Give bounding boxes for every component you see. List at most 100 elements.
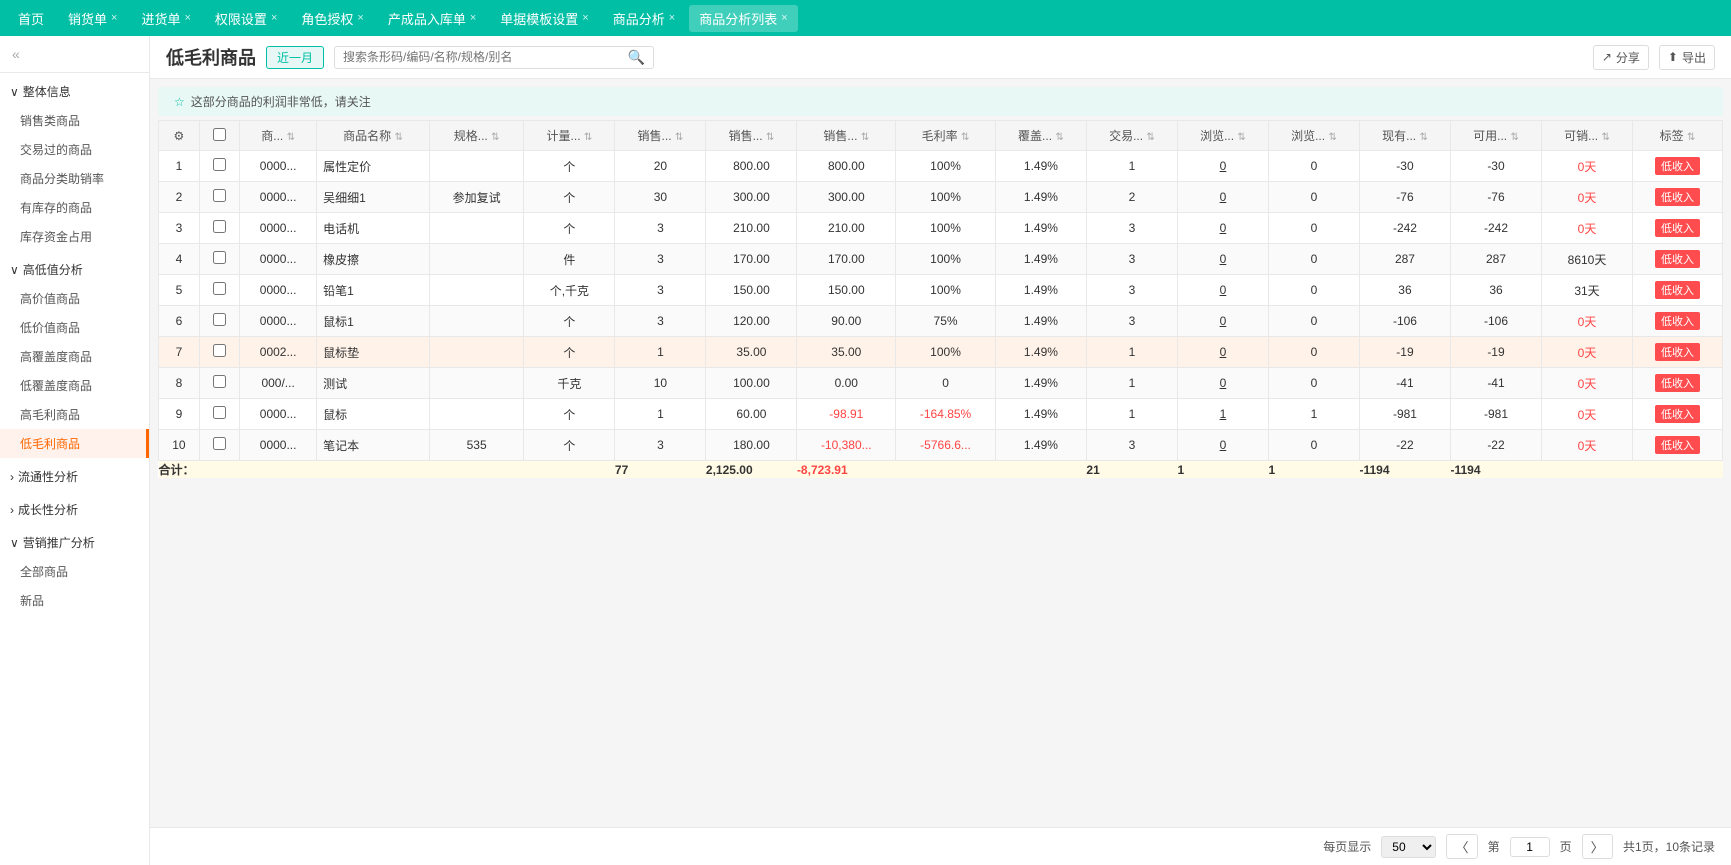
row-checkbox[interactable] bbox=[199, 213, 239, 244]
export-button[interactable]: ⬆ 导出 bbox=[1659, 45, 1715, 70]
nav-item-analysis[interactable]: 商品分析 × bbox=[603, 5, 685, 32]
page-input[interactable] bbox=[1510, 837, 1550, 857]
row-checkbox[interactable] bbox=[199, 337, 239, 368]
nav-label-roles: 角色授权 bbox=[301, 9, 353, 28]
nav-item-templates[interactable]: 单据模板设置 × bbox=[490, 5, 598, 32]
sidebar-item-low-margin[interactable]: 低毛利商品 bbox=[0, 429, 149, 458]
nav-close-products[interactable]: × bbox=[470, 12, 476, 24]
sidebar-section-title-growth[interactable]: › 成长性分析 bbox=[0, 495, 149, 524]
col-checkbox[interactable] bbox=[199, 121, 239, 151]
col-available[interactable]: 可用... ⇅ bbox=[1450, 121, 1541, 151]
sidebar-section-title-marketing[interactable]: ∨ 营销推广分析 bbox=[0, 528, 149, 557]
row-no: 1 bbox=[159, 151, 200, 182]
search-input[interactable] bbox=[343, 50, 628, 64]
nav-close-analysis[interactable]: × bbox=[669, 12, 675, 24]
row-checkbox[interactable] bbox=[199, 275, 239, 306]
next-page-btn[interactable]: 〉 bbox=[1582, 834, 1613, 859]
nav-item-products[interactable]: 产成品入库单 × bbox=[378, 5, 486, 32]
tag-badge: 低收入 bbox=[1655, 374, 1700, 392]
page-size-select[interactable]: 50 100 200 bbox=[1381, 836, 1436, 858]
row-spec: 535 bbox=[429, 430, 524, 461]
share-button[interactable]: ↗ 分享 bbox=[1593, 45, 1649, 70]
row-select-checkbox[interactable] bbox=[213, 313, 226, 326]
nav-item-sales[interactable]: 销货单 × bbox=[58, 5, 127, 32]
nav-close-roles[interactable]: × bbox=[357, 12, 363, 24]
row-checkbox[interactable] bbox=[199, 244, 239, 275]
row-code: 0000... bbox=[240, 182, 317, 213]
sidebar-section-title-circulation[interactable]: › 流通性分析 bbox=[0, 462, 149, 491]
col-current[interactable]: 现有... ⇅ bbox=[1359, 121, 1450, 151]
sidebar-item-category-rate[interactable]: 商品分类助销率 bbox=[0, 164, 149, 193]
row-select-checkbox[interactable] bbox=[213, 375, 226, 388]
row-trade-count: 1 bbox=[1086, 399, 1177, 430]
col-view2[interactable]: 浏览... ⇅ bbox=[1268, 121, 1359, 151]
nav-item-home[interactable]: 首页 bbox=[8, 5, 54, 32]
col-sale-price[interactable]: 销售... ⇅ bbox=[706, 121, 797, 151]
row-select-checkbox[interactable] bbox=[213, 189, 226, 202]
col-saleable[interactable]: 可销... ⇅ bbox=[1542, 121, 1633, 151]
row-select-checkbox[interactable] bbox=[213, 220, 226, 233]
sidebar-section-title-value[interactable]: ∨ 高低值分析 bbox=[0, 255, 149, 284]
sidebar-item-low-value[interactable]: 低价值商品 bbox=[0, 313, 149, 342]
nav-item-analysis-list[interactable]: 商品分析列表 × bbox=[689, 5, 797, 32]
sidebar-item-capital[interactable]: 库存资金占用 bbox=[0, 222, 149, 251]
prev-page-btn[interactable]: 〈 bbox=[1446, 834, 1477, 859]
row-unit: 千克 bbox=[524, 368, 615, 399]
sidebar-collapse-btn[interactable]: « bbox=[8, 42, 24, 66]
row-checkbox[interactable] bbox=[199, 368, 239, 399]
row-select-checkbox[interactable] bbox=[213, 158, 226, 171]
row-code: 0000... bbox=[240, 306, 317, 337]
col-sale-amount[interactable]: 销售... ⇅ bbox=[797, 121, 896, 151]
row-select-checkbox[interactable] bbox=[213, 282, 226, 295]
col-trade-count[interactable]: 交易... ⇅ bbox=[1086, 121, 1177, 151]
sidebar-item-new-goods[interactable]: 新品 bbox=[0, 586, 149, 615]
sidebar-item-high-value[interactable]: 高价值商品 bbox=[0, 284, 149, 313]
page-title: 低毛利商品 bbox=[166, 44, 256, 70]
row-select-checkbox[interactable] bbox=[213, 344, 226, 357]
sidebar-item-high-coverage[interactable]: 高覆盖度商品 bbox=[0, 342, 149, 371]
col-code[interactable]: 商... ⇅ bbox=[240, 121, 317, 151]
nav-item-purchase[interactable]: 进货单 × bbox=[131, 5, 200, 32]
nav-close-templates[interactable]: × bbox=[582, 12, 588, 24]
sidebar-item-all-goods[interactable]: 全部商品 bbox=[0, 557, 149, 586]
col-name[interactable]: 商品名称 ⇅ bbox=[317, 121, 430, 151]
col-spec[interactable]: 规格... ⇅ bbox=[429, 121, 524, 151]
col-gross-margin[interactable]: 毛利率 ⇅ bbox=[896, 121, 996, 151]
row-saleable: 0天 bbox=[1542, 337, 1633, 368]
sidebar-item-traded-goods[interactable]: 交易过的商品 bbox=[0, 135, 149, 164]
search-icon[interactable]: 🔍 bbox=[628, 49, 645, 66]
select-all-checkbox[interactable] bbox=[213, 128, 226, 141]
row-checkbox[interactable] bbox=[199, 151, 239, 182]
col-tag[interactable]: 标签 ⇅ bbox=[1633, 121, 1723, 151]
nav-item-permissions[interactable]: 权限设置 × bbox=[205, 5, 287, 32]
row-spec bbox=[429, 306, 524, 337]
sidebar-item-stocked-goods[interactable]: 有库存的商品 bbox=[0, 193, 149, 222]
nav-close-permissions[interactable]: × bbox=[271, 12, 277, 24]
col-coverage[interactable]: 覆盖... ⇅ bbox=[995, 121, 1086, 151]
row-select-checkbox[interactable] bbox=[213, 251, 226, 264]
filter-recent-month-btn[interactable]: 近一月 bbox=[266, 46, 324, 69]
row-select-checkbox[interactable] bbox=[213, 406, 226, 419]
sidebar-item-low-coverage[interactable]: 低覆盖度商品 bbox=[0, 371, 149, 400]
col-sale-qty[interactable]: 销售... ⇅ bbox=[615, 121, 706, 151]
row-select-checkbox[interactable] bbox=[213, 437, 226, 450]
col-view1[interactable]: 浏览... ⇅ bbox=[1177, 121, 1268, 151]
sidebar-item-high-margin[interactable]: 高毛利商品 bbox=[0, 400, 149, 429]
row-tag: 低收入 bbox=[1633, 399, 1723, 430]
row-view2: 0 bbox=[1268, 337, 1359, 368]
tag-badge: 低收入 bbox=[1655, 219, 1700, 237]
nav-close-purchase[interactable]: × bbox=[184, 12, 190, 24]
row-checkbox[interactable] bbox=[199, 430, 239, 461]
col-settings[interactable]: ⚙ bbox=[159, 121, 200, 151]
nav-close-sales[interactable]: × bbox=[111, 12, 117, 24]
sidebar-section-title-overview[interactable]: ∨ 整体信息 bbox=[0, 77, 149, 106]
row-unit: 件 bbox=[524, 244, 615, 275]
row-checkbox[interactable] bbox=[199, 399, 239, 430]
row-checkbox[interactable] bbox=[199, 182, 239, 213]
nav-item-roles[interactable]: 角色授权 × bbox=[291, 5, 373, 32]
row-sale-amount: 90.00 bbox=[797, 306, 896, 337]
col-unit[interactable]: 计量... ⇅ bbox=[524, 121, 615, 151]
row-checkbox[interactable] bbox=[199, 306, 239, 337]
nav-close-analysis-list[interactable]: × bbox=[781, 12, 787, 24]
sidebar-item-sales-goods[interactable]: 销售类商品 bbox=[0, 106, 149, 135]
